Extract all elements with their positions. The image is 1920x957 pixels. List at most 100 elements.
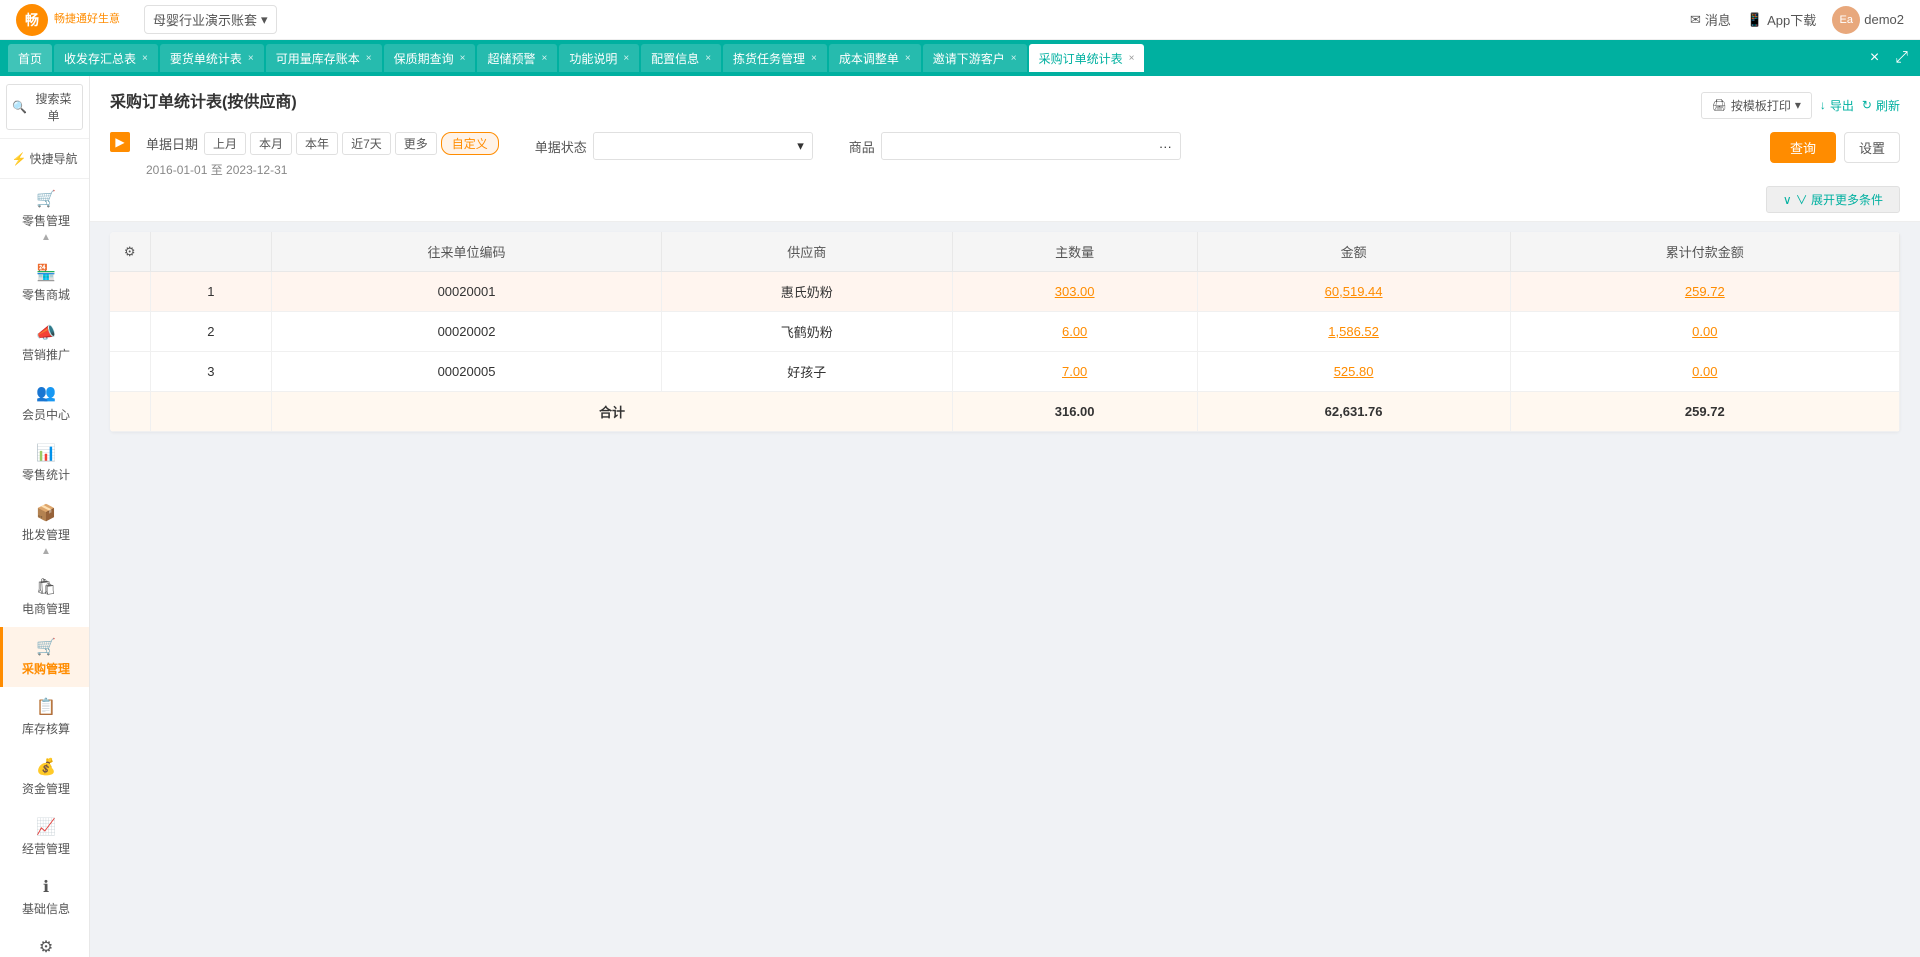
table-row: 3 00020005 好孩子 7.00 525.80 0.00 [110, 352, 1900, 392]
user-menu[interactable]: Ea demo2 [1832, 6, 1904, 34]
table-row: 1 00020001 惠氏奶粉 303.00 60,519.44 259.72 [110, 272, 1900, 312]
date-filter-label: 单据日期 [146, 134, 198, 153]
tab-chengben-label: 成本调整单 [839, 50, 899, 67]
search-menu-button[interactable]: 🔍 搜索菜单 [6, 84, 83, 130]
tab-chengben[interactable]: 成本调整单 × [829, 44, 921, 72]
date-btn-7days[interactable]: 近7天 [342, 132, 391, 155]
status-filter-select[interactable]: ▾ [593, 132, 813, 160]
sidebar-item-lingshaostat[interactable]: 📊 零售统计 [0, 433, 89, 493]
goods-filter-label: 商品 [849, 137, 875, 156]
tab-kuyun-label: 可用量库存账本 [276, 50, 360, 67]
close-icon[interactable]: × [142, 53, 148, 64]
export-button[interactable]: ↓ 导出 [1820, 97, 1854, 114]
close-icon[interactable]: × [905, 53, 911, 64]
date-btn-more[interactable]: 更多 [395, 132, 437, 155]
sidebar-item-kucun-label: 库存核算 [22, 720, 70, 737]
tab-tuo[interactable]: 拣货任务管理 × [723, 44, 827, 72]
close-icon[interactable]: × [623, 53, 629, 64]
maximize-button[interactable]: ⤢ [1891, 47, 1912, 69]
purchase-icon: 🛒 [36, 637, 56, 657]
close-icon[interactable]: × [248, 53, 254, 64]
sidebar-item-zijin[interactable]: 💰 资金管理 [0, 747, 89, 807]
close-icon[interactable]: × [541, 53, 547, 64]
app-download-button[interactable]: 📱 App下载 [1747, 10, 1816, 29]
nav-tabs: 首页 收发存汇总表 × 要货单统计表 × 可用量库存账本 × 保质期查询 × 超… [0, 40, 1920, 76]
tab-kuyun[interactable]: 可用量库存账本 × [266, 44, 382, 72]
paid-link[interactable]: 0.00 [1692, 324, 1717, 339]
tab-home[interactable]: 首页 [8, 44, 52, 72]
sidebar-item-jingying[interactable]: 📈 经营管理 [0, 807, 89, 867]
close-icon[interactable]: × [1129, 53, 1135, 64]
quick-nav-icon: ⚡ [12, 152, 27, 166]
expand-more-button[interactable]: ∨ ∨ 展开更多条件 [1766, 186, 1900, 213]
tab-home-label: 首页 [18, 50, 42, 67]
row-supplier-name-cell: 惠氏奶粉 [661, 272, 952, 312]
goods-more-icon: ··· [1159, 139, 1172, 154]
col-settings: ⚙ [110, 232, 150, 272]
tab-yaoqing[interactable]: 邀请下游客户 × [923, 44, 1027, 72]
sidebar-item-xitong[interactable]: ⚙ 系统管理 [0, 927, 89, 957]
sidebar-item-kucun[interactable]: 📋 库存核算 [0, 687, 89, 747]
refresh-icon: ↻ [1862, 98, 1872, 112]
footer-label-cell: 合计 [272, 392, 952, 432]
paid-link[interactable]: 0.00 [1692, 364, 1717, 379]
status-chevron-icon: ▾ [797, 138, 804, 154]
amount-link[interactable]: 60,519.44 [1325, 284, 1383, 299]
footer-paid-cell: 259.72 [1510, 392, 1899, 432]
print-label: 按模板打印 [1731, 97, 1791, 114]
sidebar-item-caigou[interactable]: 🛒 采购管理 [0, 627, 89, 687]
nav-right-btns: × ⤢ [1866, 47, 1912, 69]
workspace-selector[interactable]: 母婴行业演示账套 ▾ [144, 5, 277, 34]
print-button[interactable]: 🖨 按模板打印 ▾ [1701, 92, 1812, 119]
print-icon: 🖨 [1712, 98, 1727, 112]
amount-link[interactable]: 1,586.52 [1328, 324, 1379, 339]
settings-button[interactable]: 设置 [1844, 132, 1900, 163]
logo-text: 畅捷通好生意 [54, 12, 120, 26]
tab-shoufa-label: 收发存汇总表 [64, 50, 136, 67]
date-btn-this-month[interactable]: 本月 [250, 132, 292, 155]
sidebar-item-dianshang[interactable]: 🛍 电商管理 [0, 567, 89, 627]
sidebar-item-yingxiao[interactable]: 📣 营销推广 [0, 313, 89, 373]
info-icon: ℹ [43, 877, 49, 897]
row-quantity-cell: 303.00 [952, 272, 1197, 312]
close-icon[interactable]: × [366, 53, 372, 64]
close-icon[interactable]: × [460, 53, 466, 64]
data-table: ⚙ 往来单位编码 供应商 主数量 金额 累计付款金额 1 00020001 [110, 232, 1900, 432]
tab-peizhi[interactable]: 配置信息 × [641, 44, 721, 72]
message-button[interactable]: ✉ 消息 [1690, 10, 1731, 29]
tab-caigou[interactable]: 采购订单统计表 × [1029, 44, 1145, 72]
tab-yaohuo[interactable]: 要货单统计表 × [160, 44, 264, 72]
sidebar-item-pifa-label: 批发管理 [22, 526, 70, 543]
sidebar-item-huiyuan[interactable]: 👥 会员中心 [0, 373, 89, 433]
tab-baobao[interactable]: 保质期查询 × [384, 44, 476, 72]
sidebar-item-pifa[interactable]: 📦 批发管理 ▲ [0, 493, 89, 567]
row-num-cell: 3 [150, 352, 272, 392]
tab-gongneng[interactable]: 功能说明 × [559, 44, 639, 72]
quantity-link[interactable]: 6.00 [1062, 324, 1087, 339]
sidebar-item-caigou-label: 采购管理 [22, 660, 70, 677]
close-icon[interactable]: × [705, 53, 711, 64]
amount-link[interactable]: 525.80 [1334, 364, 1374, 379]
quantity-link[interactable]: 303.00 [1055, 284, 1095, 299]
date-btn-last-month[interactable]: 上月 [204, 132, 246, 155]
paid-link[interactable]: 259.72 [1685, 284, 1725, 299]
sidebar-item-lingshao[interactable]: 🛒 零售管理 ▲ [0, 179, 89, 253]
export-icon: ↓ [1820, 98, 1826, 112]
close-icon[interactable]: × [1011, 53, 1017, 64]
quick-nav-button[interactable]: ⚡ 快捷导航 [0, 145, 89, 172]
sidebar-item-jichu[interactable]: ℹ 基础信息 [0, 867, 89, 927]
tab-chaochu[interactable]: 超储预警 × [477, 44, 557, 72]
date-btn-this-year[interactable]: 本年 [296, 132, 338, 155]
date-btn-custom[interactable]: 自定义 [441, 132, 499, 155]
sidebar-item-huiyuan-label: 会员中心 [22, 406, 70, 423]
close-icon[interactable]: × [811, 53, 817, 64]
expand-icon: ▲ [41, 232, 51, 243]
tab-shoufa[interactable]: 收发存汇总表 × [54, 44, 158, 72]
query-button[interactable]: 查询 [1770, 132, 1836, 163]
refresh-button[interactable]: ↻ 刷新 [1862, 97, 1900, 114]
goods-filter-input[interactable]: ··· [881, 132, 1181, 160]
quantity-link[interactable]: 7.00 [1062, 364, 1087, 379]
filter-expand-button[interactable]: ▶ [110, 132, 130, 152]
sidebar-item-mall[interactable]: 🏪 零售商城 [0, 253, 89, 313]
close-all-button[interactable]: × [1866, 47, 1883, 69]
